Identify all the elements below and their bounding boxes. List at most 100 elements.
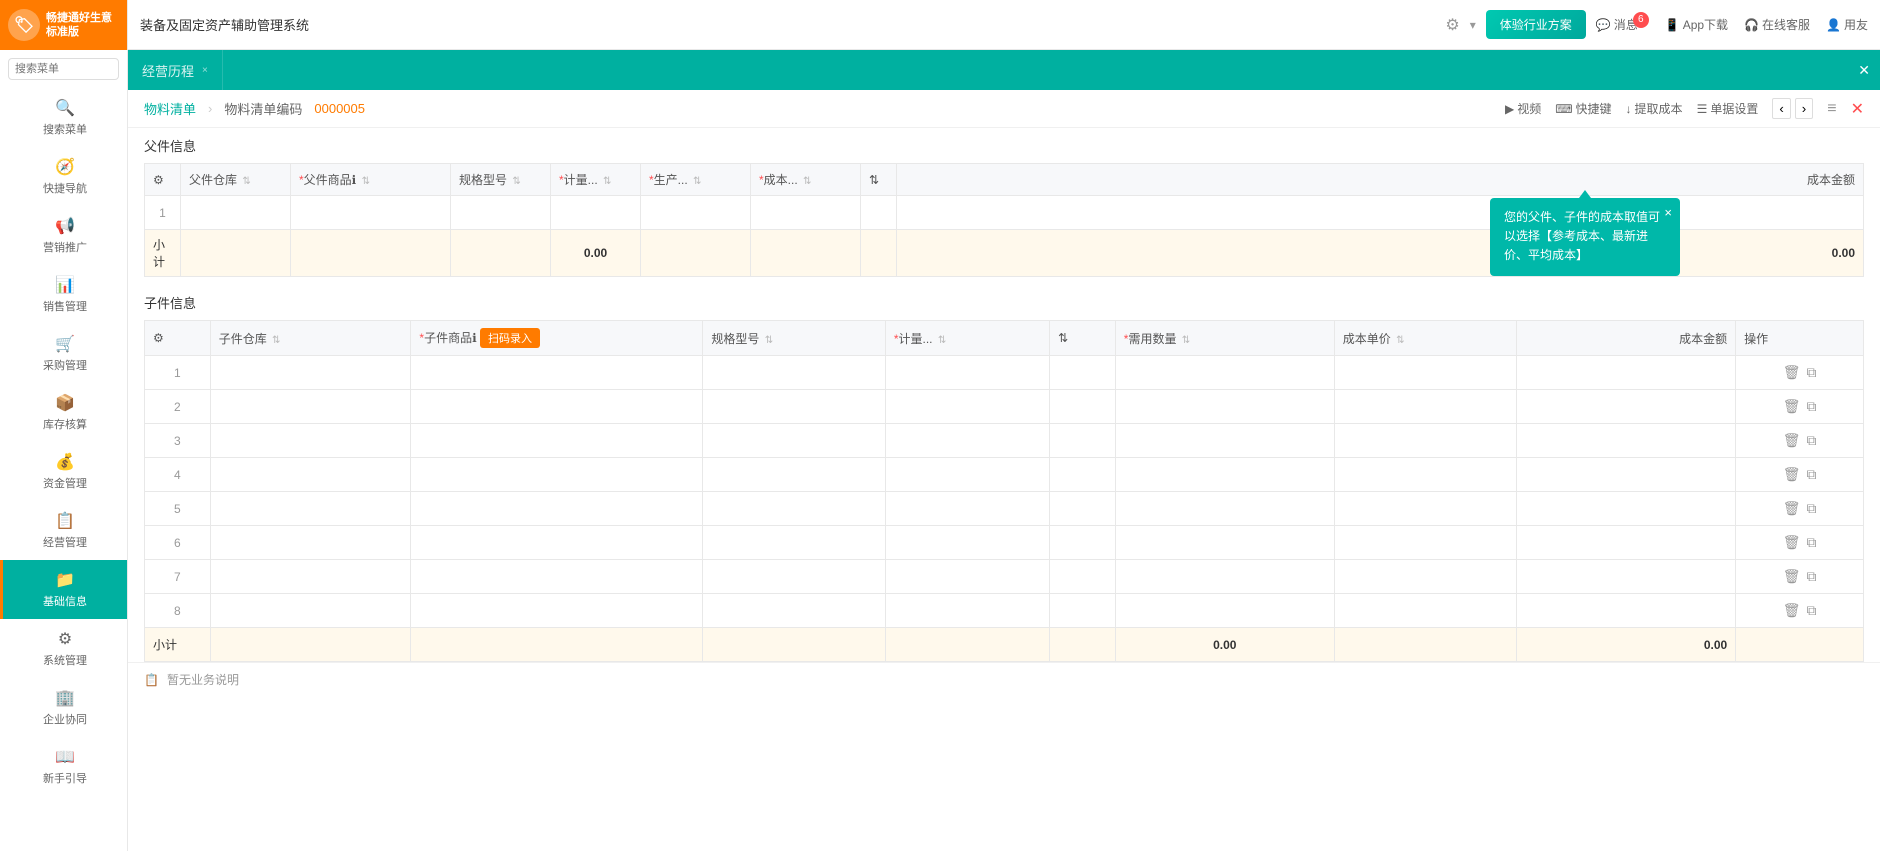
child-warehouse-cell[interactable] — [210, 356, 411, 390]
gear-icon[interactable]: ⚙ — [1445, 15, 1459, 35]
message-link[interactable]: 💬 消息 6 — [1596, 16, 1649, 33]
child-qty-cell[interactable] — [1115, 594, 1334, 628]
child-goods-cell[interactable] — [411, 356, 703, 390]
child-unit-price-cell[interactable] — [1334, 458, 1516, 492]
child-qty-cell[interactable] — [1115, 458, 1334, 492]
copy-row-icon[interactable]: ⧉ — [1806, 364, 1816, 381]
copy-row-icon[interactable]: ⧉ — [1806, 500, 1816, 517]
next-arrow[interactable]: › — [1795, 98, 1813, 119]
sidebar-item-inventory[interactable]: 📦库存核算 — [0, 383, 127, 442]
sidebar-item-enterprise[interactable]: 🏢企业协同 — [0, 678, 127, 737]
child-goods-cell[interactable] — [411, 560, 703, 594]
child-warehouse-cell[interactable] — [210, 390, 411, 424]
copy-row-icon[interactable]: ⧉ — [1806, 466, 1816, 483]
copy-row-icon[interactable]: ⧉ — [1806, 602, 1816, 619]
sidebar-item-quick-nav[interactable]: 🧭快捷导航 — [0, 147, 127, 206]
sidebar-item-marketing[interactable]: 📢营销推广 — [0, 206, 127, 265]
child-spec-cell[interactable] — [703, 594, 885, 628]
child-qty-cell[interactable] — [1115, 560, 1334, 594]
child-qty-cell[interactable] — [1115, 492, 1334, 526]
single-settings-link[interactable]: ☰ 单据设置 — [1697, 100, 1759, 117]
delete-row-icon[interactable]: 🗑 — [1783, 364, 1801, 381]
sidebar-item-finance[interactable]: 💰资金管理 — [0, 442, 127, 501]
child-unit-cell[interactable] — [885, 356, 1049, 390]
child-spec-cell[interactable] — [703, 424, 885, 458]
get-cost-link[interactable]: ↓ 提取成本 — [1626, 100, 1683, 117]
child-goods-cell[interactable] — [411, 424, 703, 458]
child-unit-cell[interactable] — [885, 390, 1049, 424]
child-warehouse-cell[interactable] — [210, 492, 411, 526]
close-panel-icon[interactable]: ✕ — [1851, 99, 1864, 119]
user-avatar[interactable]: 👤 用友 — [1826, 16, 1868, 33]
sidebar-item-operations[interactable]: 📋经营管理 — [0, 501, 127, 560]
shortcuts-link[interactable]: ⌨ 快捷键 — [1555, 100, 1611, 117]
close-all-tabs-icon[interactable]: ✕ — [1848, 62, 1880, 79]
parent-unit-cell[interactable] — [551, 196, 641, 230]
delete-row-icon[interactable]: 🗑 — [1783, 466, 1801, 483]
child-qty-cell[interactable] — [1115, 390, 1334, 424]
copy-row-icon[interactable]: ⧉ — [1806, 534, 1816, 551]
child-spec-cell[interactable] — [703, 492, 885, 526]
child-goods-cell[interactable] — [411, 526, 703, 560]
child-goods-cell[interactable] — [411, 458, 703, 492]
nav-tab-history[interactable]: 经营历程× — [128, 50, 223, 90]
delete-row-icon[interactable]: 🗑 — [1783, 500, 1801, 517]
child-qty-cell[interactable] — [1115, 424, 1334, 458]
search-input[interactable] — [8, 58, 119, 80]
child-unit-price-cell[interactable] — [1334, 390, 1516, 424]
delete-row-icon[interactable]: 🗑 — [1783, 602, 1801, 619]
child-unit-cell[interactable] — [885, 526, 1049, 560]
sidebar-item-purchase[interactable]: 🛒采购管理 — [0, 324, 127, 383]
child-warehouse-cell[interactable] — [210, 594, 411, 628]
child-qty-cell[interactable] — [1115, 526, 1334, 560]
child-unit-cell[interactable] — [885, 594, 1049, 628]
tooltip-close-icon[interactable]: × — [1664, 203, 1672, 224]
view-link[interactable]: ▶ 视频 — [1505, 100, 1541, 117]
copy-row-icon[interactable]: ⧉ — [1806, 568, 1816, 585]
delete-row-icon[interactable]: 🗑 — [1783, 432, 1801, 449]
parent-col-gear[interactable]: ⚙ — [145, 164, 181, 196]
child-spec-cell[interactable] — [703, 390, 885, 424]
child-goods-cell[interactable] — [411, 594, 703, 628]
sidebar-item-system[interactable]: ⚙系统管理 — [0, 619, 127, 678]
child-spec-cell[interactable] — [703, 356, 885, 390]
child-unit-price-cell[interactable] — [1334, 492, 1516, 526]
child-warehouse-cell[interactable] — [210, 424, 411, 458]
child-unit-cell[interactable] — [885, 458, 1049, 492]
parent-warehouse-cell[interactable] — [181, 196, 291, 230]
child-unit-cell[interactable] — [885, 492, 1049, 526]
child-warehouse-cell[interactable] — [210, 526, 411, 560]
parent-spec-cell[interactable] — [451, 196, 551, 230]
sidebar-item-guide[interactable]: 📖新手引导 — [0, 737, 127, 796]
child-warehouse-cell[interactable] — [210, 458, 411, 492]
delete-row-icon[interactable]: 🗑 — [1783, 534, 1801, 551]
delete-row-icon[interactable]: 🗑 — [1783, 398, 1801, 415]
child-spec-cell[interactable] — [703, 526, 885, 560]
child-unit-cell[interactable] — [885, 560, 1049, 594]
parent-goods-cell[interactable] — [291, 196, 451, 230]
breadcrumb-parent[interactable]: 物料清单 — [144, 99, 196, 118]
sidebar-item-search[interactable]: 🔍搜索菜单 — [0, 88, 127, 147]
child-spec-cell[interactable] — [703, 560, 885, 594]
parent-cost-cell[interactable] — [751, 196, 861, 230]
child-unit-cell[interactable] — [885, 424, 1049, 458]
child-col-gear[interactable]: ⚙ — [145, 321, 211, 356]
app-download-link[interactable]: 📱 App下载 — [1665, 16, 1728, 33]
child-unit-price-cell[interactable] — [1334, 560, 1516, 594]
prev-arrow[interactable]: ‹ — [1772, 98, 1790, 119]
child-qty-cell[interactable] — [1115, 356, 1334, 390]
child-goods-cell[interactable] — [411, 492, 703, 526]
child-warehouse-cell[interactable] — [210, 560, 411, 594]
child-unit-price-cell[interactable] — [1334, 594, 1516, 628]
delete-row-icon[interactable]: 🗑 — [1783, 568, 1801, 585]
online-service-link[interactable]: 🎧 在线客服 — [1744, 16, 1810, 33]
scan-btn[interactable]: 扫码录入 — [480, 328, 540, 348]
child-unit-price-cell[interactable] — [1334, 424, 1516, 458]
list-view-icon[interactable]: ≡ — [1827, 100, 1836, 118]
sidebar-item-sales[interactable]: 📊销售管理 — [0, 265, 127, 324]
child-unit-price-cell[interactable] — [1334, 356, 1516, 390]
sidebar-item-basic-info[interactable]: 📁基础信息 — [0, 560, 127, 619]
child-unit-price-cell[interactable] — [1334, 526, 1516, 560]
copy-row-icon[interactable]: ⧉ — [1806, 398, 1816, 415]
tab-close-icon[interactable]: × — [202, 65, 208, 76]
